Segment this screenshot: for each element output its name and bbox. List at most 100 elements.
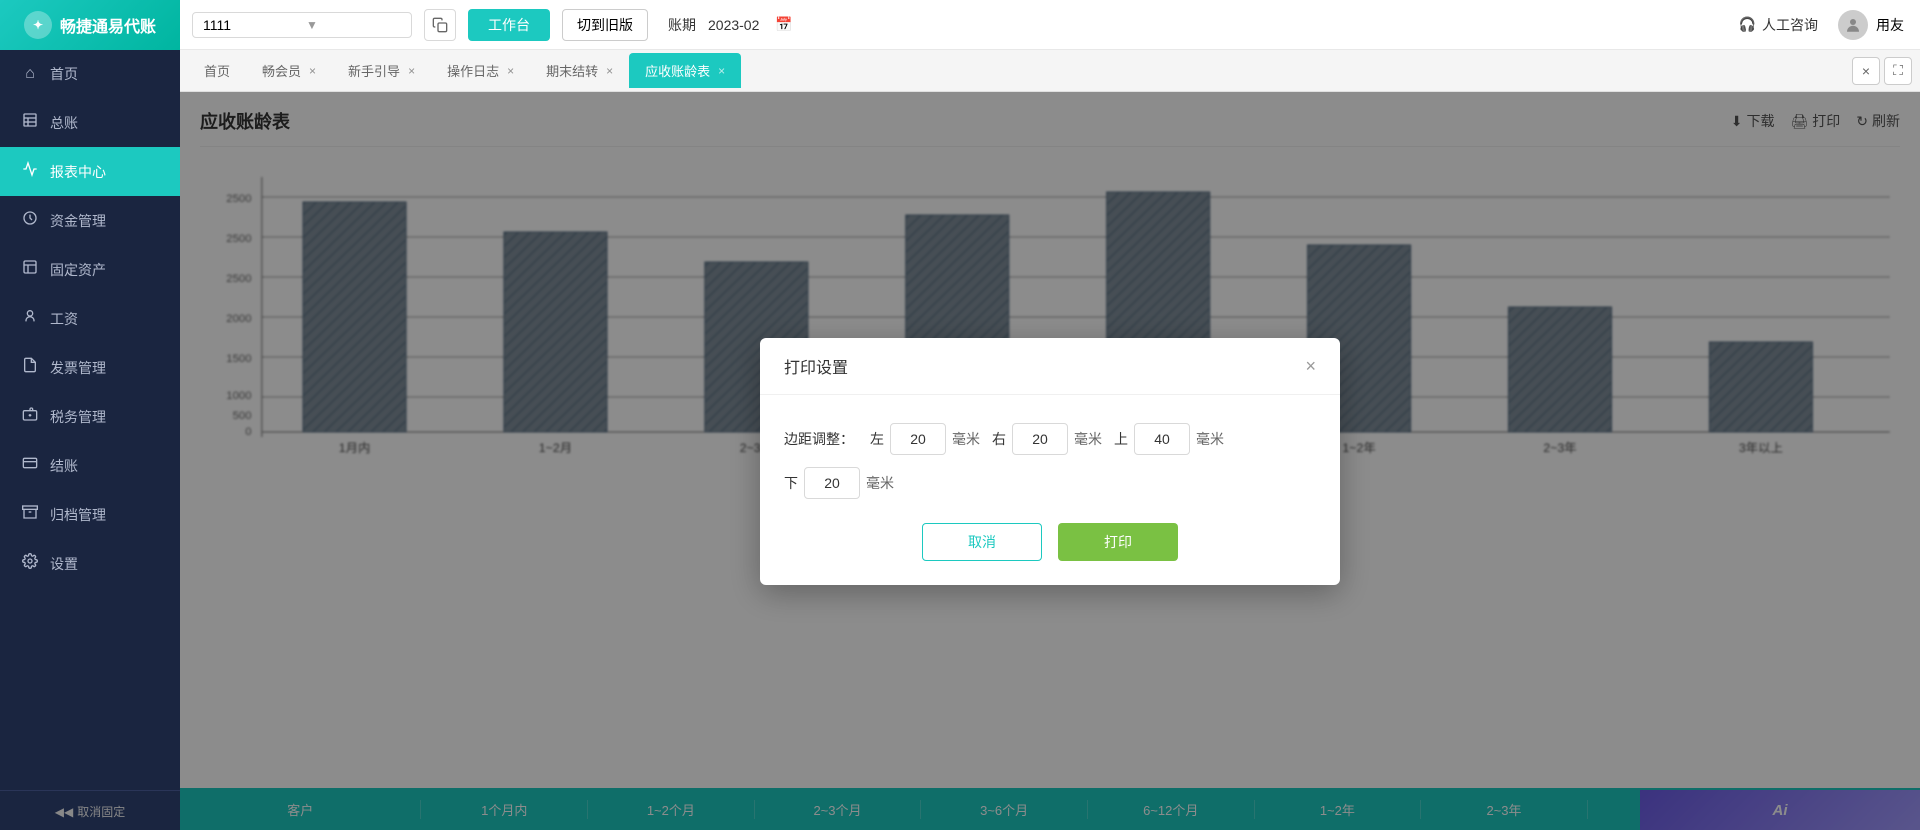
service-label: 人工咨询: [1762, 15, 1818, 35]
modal-close-button[interactable]: ×: [1305, 357, 1316, 375]
modal-overlay: 打印设置 × 边距调整： 左 毫米: [180, 92, 1920, 830]
sidebar-collapse-label: 取消固定: [77, 803, 125, 820]
pin-icon: ◀◀: [55, 805, 73, 819]
sidebar-label-assets: 固定资产: [50, 260, 106, 280]
sidebar-item-invoices[interactable]: 发票管理: [0, 343, 180, 392]
period-label: 账期: [668, 15, 696, 35]
home-icon: ⌂: [20, 65, 40, 83]
left-margin-input[interactable]: [890, 423, 946, 455]
modal-footer: 取消 打印: [760, 523, 1340, 585]
sidebar-label-ledger: 总账: [50, 113, 78, 133]
close-tab-button[interactable]: ×: [1852, 57, 1880, 85]
confirm-print-button[interactable]: 打印: [1058, 523, 1178, 561]
header: ✦ 畅捷通易代账 1111 ▼ 工作台 切到旧版 账期 2023-02 📅 🎧 …: [0, 0, 1920, 50]
cancel-button[interactable]: 取消: [922, 523, 1042, 561]
sidebar-item-checkout[interactable]: 结账: [0, 441, 180, 490]
modal-title: 打印设置: [784, 354, 848, 378]
tab-guide[interactable]: 新手引导 ×: [332, 53, 431, 88]
tab-home-label: 首页: [204, 61, 230, 80]
left-margin-group: 左 毫米: [870, 423, 980, 455]
sidebar: ⌂ 首页 总账: [0, 50, 180, 830]
left-margin-unit: 毫米: [952, 429, 980, 449]
user-info[interactable]: 用友: [1838, 10, 1904, 40]
top-margin-group: 上 毫米: [1114, 423, 1224, 455]
tab-log-label: 操作日志: [447, 61, 499, 80]
top-direction-label: 上: [1114, 429, 1128, 449]
avatar: [1838, 10, 1868, 40]
bottom-direction-label: 下: [784, 473, 798, 493]
tab-member-label: 畅会员: [262, 61, 301, 80]
modal-header: 打印设置 ×: [760, 338, 1340, 395]
right-margin-unit: 毫米: [1074, 429, 1102, 449]
period-value: 2023-02: [708, 17, 759, 33]
chevron-down-icon: ▼: [306, 18, 401, 32]
tab-period-close[interactable]: ×: [606, 64, 613, 78]
tab-ar-label: 应收账龄表: [645, 61, 710, 80]
tab-log-close[interactable]: ×: [507, 64, 514, 78]
sidebar-label-archive: 归档管理: [50, 505, 106, 525]
company-name: 1111: [203, 17, 298, 33]
tab-member[interactable]: 畅会员 ×: [246, 53, 332, 88]
bottom-margin-unit: 毫米: [866, 473, 894, 493]
layout: ⌂ 首页 总账: [0, 50, 1920, 830]
assets-icon: [20, 259, 40, 280]
right-margin-input[interactable]: [1012, 423, 1068, 455]
print-settings-modal: 打印设置 × 边距调整： 左 毫米: [760, 338, 1340, 585]
workbench-button[interactable]: 工作台: [468, 9, 550, 41]
tab-period-closing[interactable]: 期末结转 ×: [530, 53, 629, 88]
copy-button[interactable]: [424, 9, 456, 41]
company-selector[interactable]: 1111 ▼: [192, 12, 412, 38]
page-inner: 应收账龄表 ⬇ 下载 🖨 打印 ↻ 刷新: [180, 92, 1920, 830]
logo-icon: ✦: [24, 11, 52, 39]
sidebar-label-funds: 资金管理: [50, 211, 106, 231]
payroll-icon: [20, 308, 40, 329]
modal-body: 边距调整： 左 毫米 右 毫米: [760, 395, 1340, 523]
sidebar-item-ledger[interactable]: 总账: [0, 98, 180, 147]
user-label: 用友: [1876, 15, 1904, 35]
bottom-margin-input[interactable]: [804, 467, 860, 499]
archive-icon: [20, 504, 40, 525]
page-content: 应收账龄表 ⬇ 下载 🖨 打印 ↻ 刷新: [180, 92, 1920, 830]
sidebar-item-reports[interactable]: 报表中心: [0, 147, 180, 196]
top-margin-input[interactable]: [1134, 423, 1190, 455]
margin-settings-row: 边距调整： 左 毫米 右 毫米: [784, 423, 1316, 499]
sidebar-label-invoices: 发票管理: [50, 358, 106, 378]
funds-icon: [20, 210, 40, 231]
service-link[interactable]: 🎧 人工咨询: [1739, 15, 1818, 35]
invoices-icon: [20, 357, 40, 378]
sidebar-item-payroll[interactable]: 工资: [0, 294, 180, 343]
sidebar-item-tax[interactable]: 税务管理: [0, 392, 180, 441]
sidebar-label-home: 首页: [50, 64, 78, 84]
margin-adjust-label: 边距调整：: [784, 429, 854, 449]
left-direction-label: 左: [870, 429, 884, 449]
tax-icon: [20, 406, 40, 427]
sidebar-item-assets[interactable]: 固定资产: [0, 245, 180, 294]
tab-ar-aging[interactable]: 应收账龄表 ×: [629, 53, 741, 88]
sidebar-collapse-button[interactable]: ◀◀ 取消固定: [0, 793, 180, 830]
tab-member-close[interactable]: ×: [309, 64, 316, 78]
header-right: 🎧 人工咨询 用友: [1739, 10, 1904, 40]
checkout-icon: [20, 455, 40, 476]
sidebar-item-funds[interactable]: 资金管理: [0, 196, 180, 245]
sidebar-label-reports: 报表中心: [50, 162, 106, 182]
sidebar-item-home[interactable]: ⌂ 首页: [0, 50, 180, 98]
tab-home[interactable]: 首页: [188, 53, 246, 88]
tab-ar-close[interactable]: ×: [718, 64, 725, 78]
calendar-icon[interactable]: 📅: [775, 16, 792, 33]
sidebar-label-settings: 设置: [50, 554, 78, 574]
headset-icon: 🎧: [1739, 16, 1756, 33]
sidebar-item-settings[interactable]: 设置: [0, 539, 180, 588]
right-margin-group: 右 毫米: [992, 423, 1102, 455]
tabs-right-actions: × ⛶: [1852, 57, 1912, 85]
app-name: 畅捷通易代账: [60, 13, 156, 37]
switch-version-button[interactable]: 切到旧版: [562, 9, 648, 41]
sidebar-scroll: ⌂ 首页 总账: [0, 50, 180, 790]
bottom-margin-group: 下 毫米: [784, 467, 894, 499]
sidebar-item-archive[interactable]: 归档管理: [0, 490, 180, 539]
tab-guide-label: 新手引导: [348, 61, 400, 80]
settings-icon: [20, 553, 40, 574]
fullscreen-button[interactable]: ⛶: [1884, 57, 1912, 85]
tab-guide-close[interactable]: ×: [408, 64, 415, 78]
sidebar-label-checkout: 结账: [50, 456, 78, 476]
tab-log[interactable]: 操作日志 ×: [431, 53, 530, 88]
